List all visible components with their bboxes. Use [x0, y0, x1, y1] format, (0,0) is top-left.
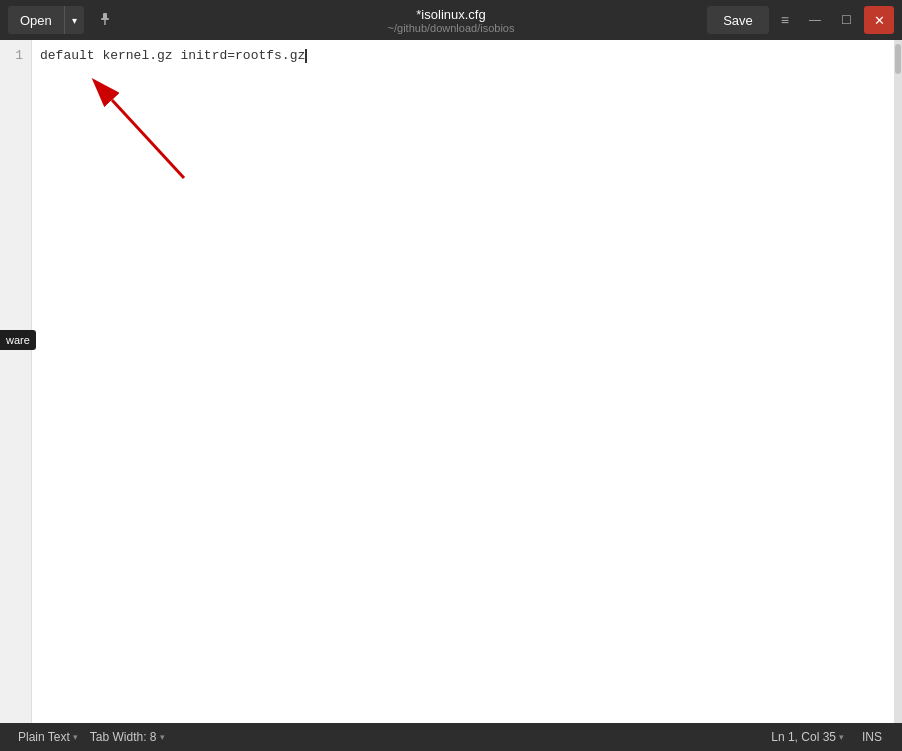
line-1-text: default kernel.gz initrd=rootfs.gz	[40, 46, 305, 66]
tab-width-dropdown-arrow: ▾	[160, 732, 165, 742]
open-dropdown-button[interactable]: ▾	[64, 6, 84, 34]
close-button[interactable]: ✕	[864, 6, 894, 34]
tab-width-selector[interactable]: Tab Width: 8 ▾	[84, 723, 171, 751]
open-button[interactable]: Open	[8, 6, 64, 34]
pin-button[interactable]	[90, 6, 120, 34]
titlebar: Open ▾ *isolinux.cfg ~/github/download/i…	[0, 0, 902, 40]
save-button[interactable]: Save	[707, 6, 769, 34]
statusbar-right: Ln 1, Col 35 ▾ INS	[765, 730, 890, 744]
minimize-button[interactable]: —	[801, 6, 829, 34]
menu-icon: ≡	[781, 12, 789, 28]
menu-button[interactable]: ≡	[773, 6, 797, 34]
left-panel-tab[interactable]: ware	[0, 330, 36, 350]
title-filename: *isolinux.cfg	[388, 7, 515, 22]
editor-line-1: default kernel.gz initrd=rootfs.gz	[40, 46, 894, 66]
minimize-icon: —	[809, 13, 821, 27]
editor-area: ware 1 default kernel.gz initrd=rootfs.g…	[0, 40, 902, 723]
ins-mode-badge: INS	[854, 730, 890, 744]
arrow-annotation	[84, 78, 214, 198]
titlebar-right: Save ≡ — ☐ ✕	[707, 6, 894, 34]
line-number-1: 1	[8, 46, 23, 66]
chevron-down-icon: ▾	[72, 15, 77, 26]
editor-content[interactable]: default kernel.gz initrd=rootfs.gz	[32, 40, 902, 723]
line-numbers: 1	[0, 40, 32, 723]
scrollbar-thumb[interactable]	[895, 44, 901, 74]
titlebar-left: Open ▾	[8, 6, 120, 34]
pin-icon	[98, 12, 112, 26]
svg-line-4	[112, 100, 184, 178]
statusbar: Plain Text ▾ Tab Width: 8 ▾ Ln 1, Col 35…	[0, 723, 902, 751]
titlebar-center: *isolinux.cfg ~/github/download/isobios	[388, 7, 515, 34]
position-label: Ln 1, Col 35	[771, 730, 836, 744]
title-filepath: ~/github/download/isobios	[388, 22, 515, 34]
text-cursor	[305, 49, 307, 63]
scrollbar-track[interactable]	[894, 40, 902, 723]
maximize-button[interactable]: ☐	[833, 6, 860, 34]
position-dropdown-arrow: ▾	[839, 732, 844, 742]
cursor-position[interactable]: Ln 1, Col 35 ▾	[765, 730, 850, 744]
close-icon: ✕	[874, 13, 885, 28]
plain-text-label: Plain Text	[18, 730, 70, 744]
plain-text-selector[interactable]: Plain Text ▾	[12, 723, 84, 751]
maximize-icon: ☐	[841, 13, 852, 27]
tab-width-label: Tab Width: 8	[90, 730, 157, 744]
svg-rect-1	[101, 18, 109, 20]
plain-text-dropdown-arrow: ▾	[73, 732, 78, 742]
